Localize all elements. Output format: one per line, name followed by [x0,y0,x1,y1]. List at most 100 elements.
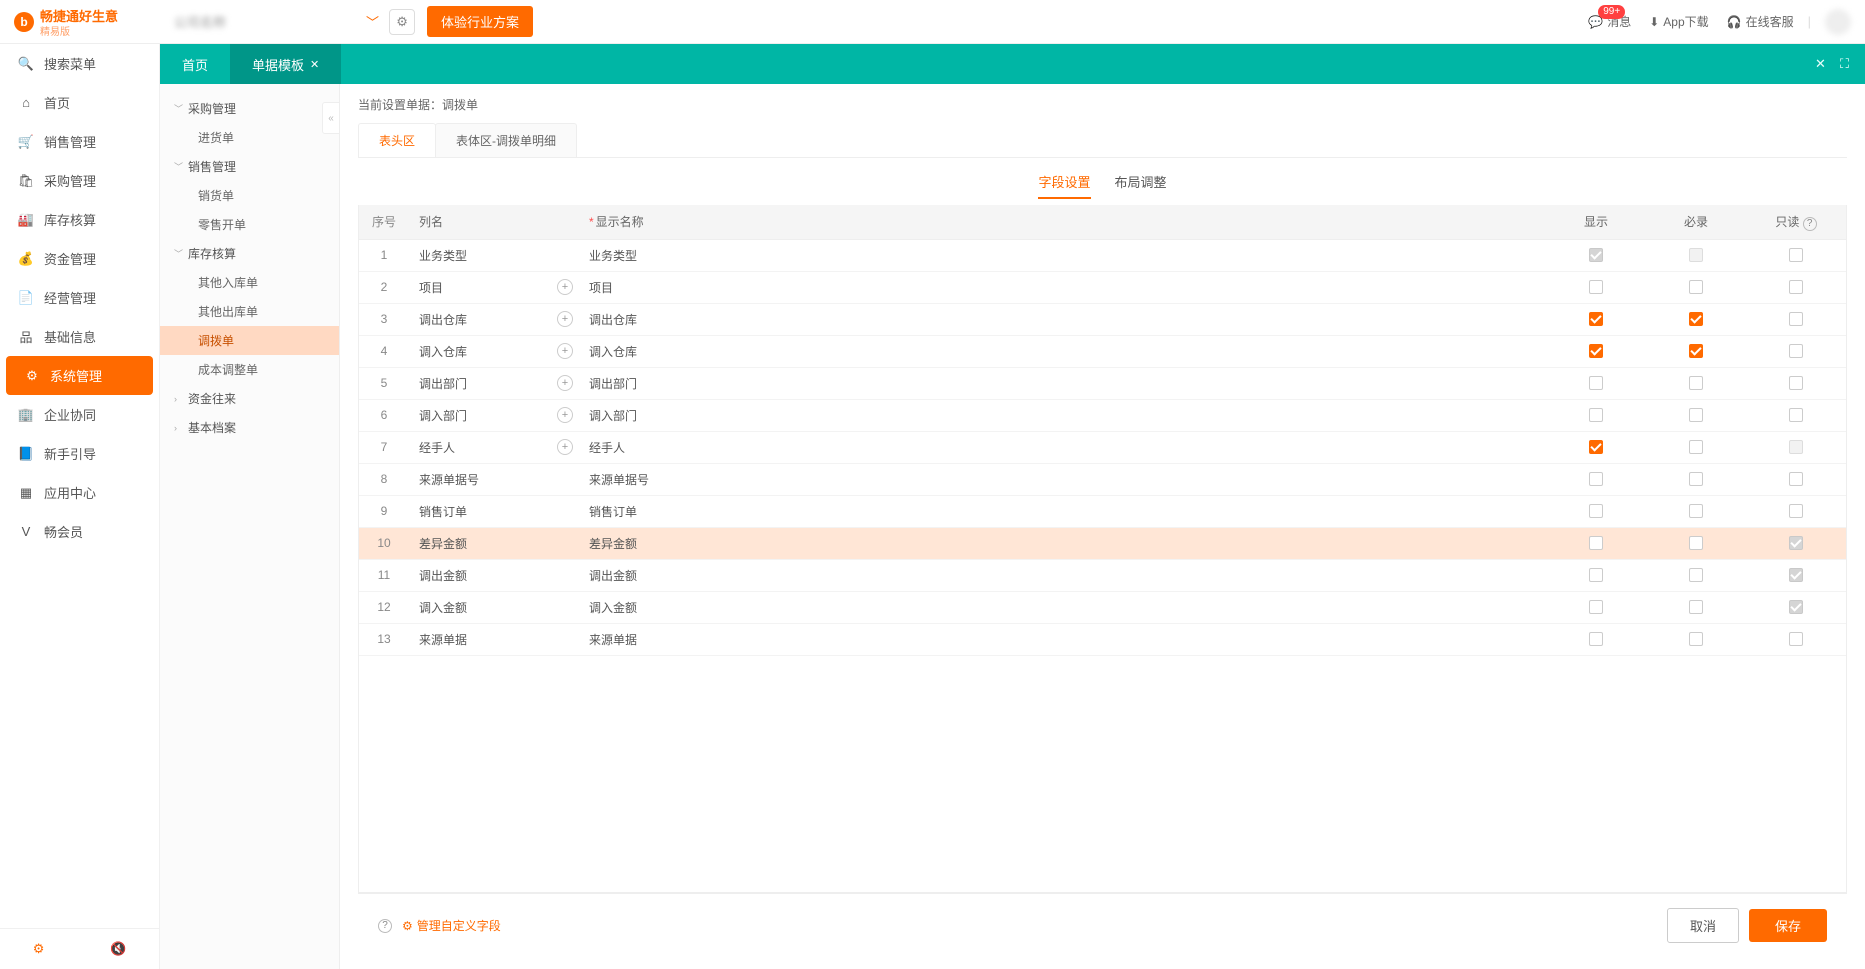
checkbox-show[interactable] [1589,408,1603,422]
nav-item-collab[interactable]: 🏢企业协同 [0,395,159,434]
nav-item-stock[interactable]: 🏭库存核算 [0,200,159,239]
cell-display[interactable]: 经手人 [579,431,1546,463]
online-service-button[interactable]: 🎧 在线客服 [1727,13,1794,30]
fullscreen-icon[interactable]: ⛶ [1840,56,1849,72]
checkbox-required[interactable] [1689,600,1703,614]
chevron-down-icon[interactable]: ﹀ [366,12,379,31]
nav-item-base[interactable]: 品基础信息 [0,317,159,356]
tree-leaf[interactable]: 调拨单 [160,326,339,355]
tree-group[interactable]: ›基本档案 [160,413,339,442]
add-icon[interactable]: + [557,407,573,423]
tree-leaf[interactable]: 进货单 [160,123,339,152]
tree-group[interactable]: ﹀采购管理 [160,94,339,123]
add-icon[interactable]: + [557,375,573,391]
checkbox-readonly[interactable] [1789,376,1803,390]
checkbox-required[interactable] [1689,280,1703,294]
checkbox-required[interactable] [1689,472,1703,486]
tree-leaf[interactable]: 成本调整单 [160,355,339,384]
settings-button[interactable]: ⚙ [389,9,415,35]
nav-item-biz[interactable]: 📄经营管理 [0,278,159,317]
sound-icon[interactable]: 🔇 [110,941,126,957]
tree-collapse-icon[interactable]: « [322,102,340,134]
checkbox-required[interactable] [1689,376,1703,390]
nav-item-sys[interactable]: ⚙系统管理 [6,356,153,395]
nav-item-search[interactable]: 🔍搜索菜单 [0,44,159,83]
cell-display[interactable]: 调入仓库 [579,335,1546,367]
help-icon[interactable]: ? [1803,217,1817,231]
nav-item-sales[interactable]: 🛒销售管理 [0,122,159,161]
cell-display[interactable]: 销售订单 [579,495,1546,527]
help-icon[interactable]: ? [378,919,392,933]
area-tab[interactable]: 表体区-调拨单明细 [435,123,577,157]
cell-display[interactable]: 调出仓库 [579,303,1546,335]
checkbox-show[interactable] [1589,344,1603,358]
page-tab[interactable]: 首页 [160,44,230,84]
checkbox-required[interactable] [1689,504,1703,518]
checkbox-show[interactable] [1589,632,1603,646]
add-icon[interactable]: + [557,439,573,455]
cancel-button[interactable]: 取消 [1667,908,1739,943]
checkbox-required[interactable] [1689,568,1703,582]
checkbox-show[interactable] [1589,568,1603,582]
checkbox-readonly[interactable] [1789,504,1803,518]
nav-item-vip[interactable]: V畅会员 [0,512,159,551]
checkbox-show[interactable] [1589,376,1603,390]
tree-leaf[interactable]: 销货单 [160,181,339,210]
tab-close-all-icon[interactable]: ✕ [1815,56,1826,72]
checkbox-readonly[interactable] [1789,408,1803,422]
nav-item-apps[interactable]: ▦应用中心 [0,473,159,512]
cell-display[interactable]: 调入金额 [579,591,1546,623]
save-button[interactable]: 保存 [1749,909,1827,942]
checkbox-show[interactable] [1589,440,1603,454]
tree-leaf[interactable]: 零售开单 [160,210,339,239]
cell-display[interactable]: 调入部门 [579,399,1546,431]
tree-leaf[interactable]: 其他入库单 [160,268,339,297]
cell-display[interactable]: 项目 [579,271,1546,303]
checkbox-show[interactable] [1589,536,1603,550]
add-icon[interactable]: + [557,279,573,295]
checkbox-required[interactable] [1689,632,1703,646]
page-tab[interactable]: 单据模板✕ [230,44,341,84]
cell-display[interactable]: 业务类型 [579,239,1546,271]
checkbox-readonly[interactable] [1789,312,1803,326]
nav-item-funds[interactable]: 💰资金管理 [0,239,159,278]
checkbox-show[interactable] [1589,600,1603,614]
tree-leaf[interactable]: 其他出库单 [160,297,339,326]
tree-group[interactable]: ﹀销售管理 [160,152,339,181]
checkbox-show[interactable] [1589,312,1603,326]
checkbox-required[interactable] [1689,344,1703,358]
add-icon[interactable]: + [557,343,573,359]
checkbox-show[interactable] [1589,504,1603,518]
settings-icon[interactable]: ⚙ [33,941,45,957]
sub-tab[interactable]: 字段设置 [1038,172,1090,199]
sub-tab[interactable]: 布局调整 [1115,172,1167,199]
user-avatar[interactable] [1825,9,1851,35]
checkbox-readonly[interactable] [1789,248,1803,262]
checkbox-required[interactable] [1689,536,1703,550]
checkbox-readonly[interactable] [1789,472,1803,486]
company-select[interactable]: 公司名称 [174,12,226,31]
nav-item-guide[interactable]: 📘新手引导 [0,434,159,473]
add-icon[interactable]: + [557,311,573,327]
checkbox-readonly[interactable] [1789,280,1803,294]
checkbox-readonly[interactable] [1789,344,1803,358]
tree-group[interactable]: ›资金往来 [160,384,339,413]
cell-display[interactable]: 调出部门 [579,367,1546,399]
manage-custom-fields-link[interactable]: ⚙ 管理自定义字段 [402,917,501,934]
nav-item-home[interactable]: ⌂首页 [0,83,159,122]
app-download-button[interactable]: ⬇ App下载 [1649,13,1708,30]
checkbox-required[interactable] [1689,408,1703,422]
cell-display[interactable]: 调出金额 [579,559,1546,591]
checkbox-show[interactable] [1589,472,1603,486]
tree-group[interactable]: ﹀库存核算 [160,239,339,268]
cell-display[interactable]: 差异金额 [579,527,1546,559]
try-industry-button[interactable]: 体验行业方案 [427,6,533,37]
checkbox-show[interactable] [1589,280,1603,294]
area-tab[interactable]: 表头区 [358,123,436,157]
cell-display[interactable]: 来源单据 [579,623,1546,655]
checkbox-readonly[interactable] [1789,632,1803,646]
checkbox-required[interactable] [1689,312,1703,326]
checkbox-required[interactable] [1689,440,1703,454]
close-icon[interactable]: ✕ [310,58,319,71]
messages-button[interactable]: 99+ 💬 消息 [1588,13,1631,30]
